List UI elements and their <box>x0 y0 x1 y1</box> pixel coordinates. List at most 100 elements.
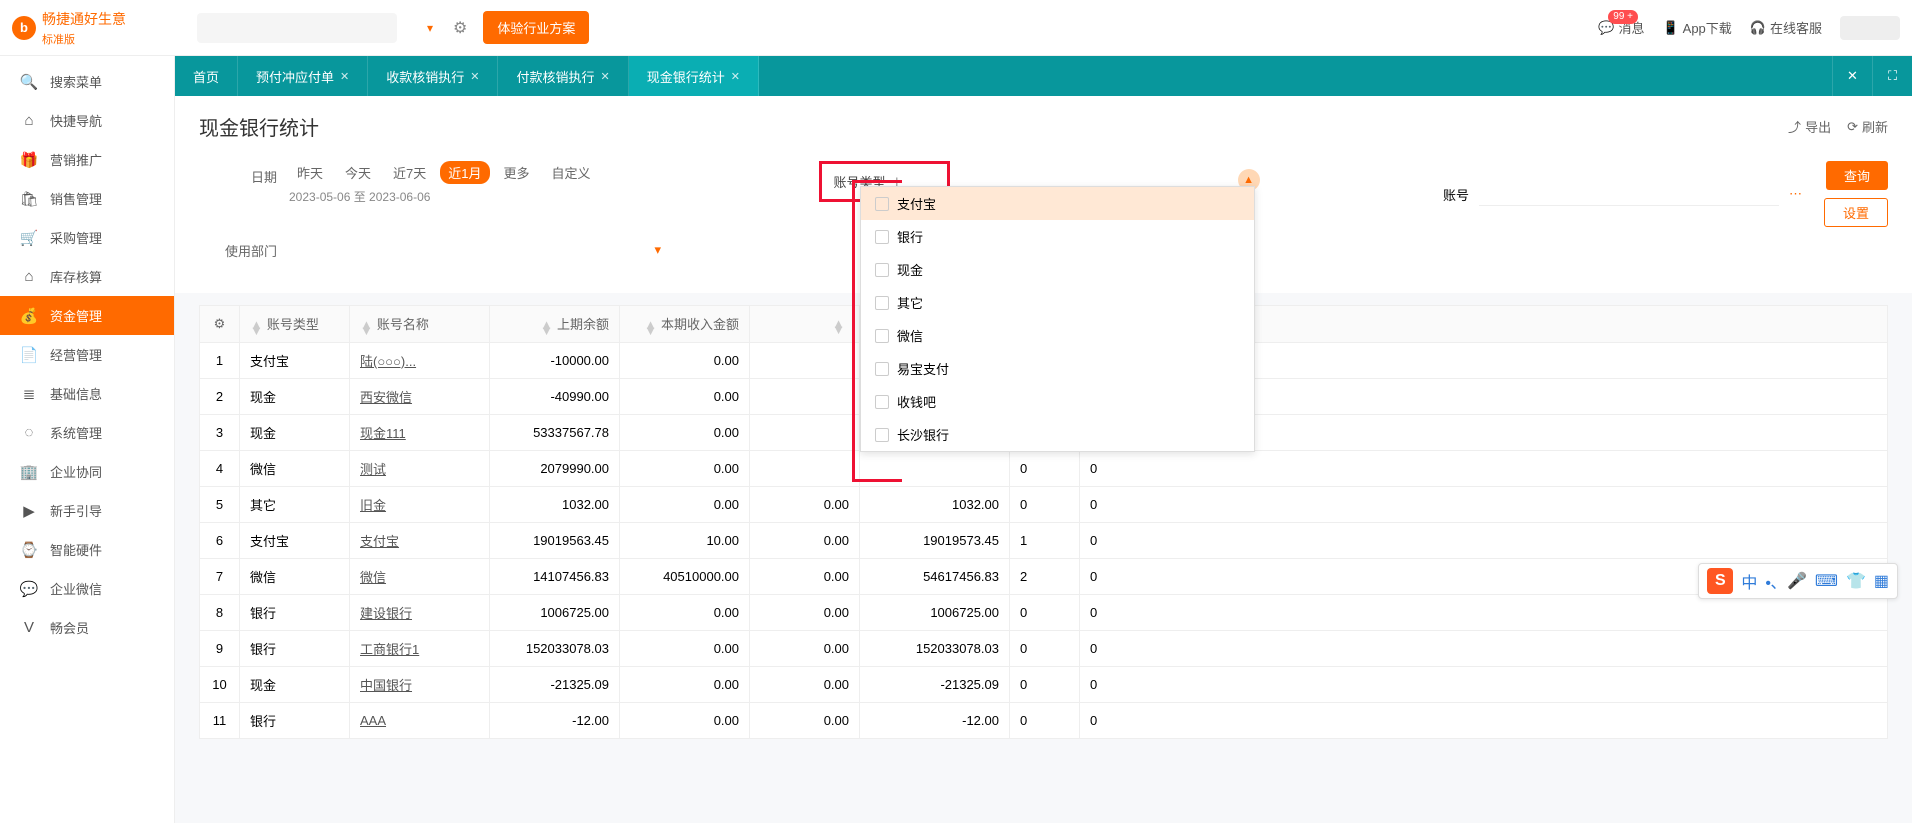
sidebar-icon: 💰 <box>20 307 38 325</box>
cell-account-name[interactable]: 西安微信 <box>350 379 490 415</box>
support-link[interactable]: 🎧 在线客服 <box>1750 18 1822 37</box>
cell-account-name[interactable]: 测试 <box>350 451 490 487</box>
tab-close-icon[interactable]: ✕ <box>470 70 479 83</box>
cell-account-name[interactable]: 中国银行 <box>350 667 490 703</box>
checkbox[interactable] <box>875 263 889 277</box>
experience-button[interactable]: 体验行业方案 <box>483 11 589 44</box>
account-type-dropdown[interactable]: 支付宝银行现金其它微信易宝支付收钱吧长沙银行 <box>860 186 1255 452</box>
ime-keyboard-icon[interactable]: ⌨ <box>1815 571 1838 591</box>
checkbox[interactable] <box>875 428 889 442</box>
table-header[interactable]: ▲▼上期余额 <box>490 306 620 343</box>
ime-skin-icon[interactable]: 👕 <box>1846 571 1866 591</box>
date-chip[interactable]: 近1月 <box>440 161 489 184</box>
dropdown-option[interactable]: 银行 <box>861 220 1254 253</box>
checkbox[interactable] <box>875 329 889 343</box>
dropdown-option[interactable]: 长沙银行 <box>861 418 1254 451</box>
date-chip[interactable]: 更多 <box>496 161 538 184</box>
tab-close-icon[interactable]: ✕ <box>601 70 610 83</box>
dropdown-option[interactable]: 微信 <box>861 319 1254 352</box>
refresh-button[interactable]: ⟳刷新 <box>1847 117 1888 136</box>
sort-icon[interactable]: ▲▼ <box>360 322 373 334</box>
sidebar-item[interactable]: 🛒采购管理 <box>0 218 174 257</box>
sidebar-item[interactable]: ▶新手引导 <box>0 491 174 530</box>
cell-account-name[interactable]: 陆(○○○)... <box>350 343 490 379</box>
cell-col3: 0.00 <box>750 487 860 523</box>
sidebar-item[interactable]: ◌系统管理 <box>0 413 174 452</box>
messages-link[interactable]: 💬 消息 99 + <box>1598 18 1644 37</box>
cell-account-name[interactable]: 建设银行 <box>350 595 490 631</box>
org-chevron-icon[interactable]: ▾ <box>427 21 433 35</box>
dropdown-option[interactable]: 支付宝 <box>861 187 1254 220</box>
more-filters-icon[interactable]: ⋯ <box>1789 186 1804 202</box>
cell-account-name[interactable]: 支付宝 <box>350 523 490 559</box>
tab-close-icon[interactable]: ✕ <box>340 70 349 83</box>
sidebar-item[interactable]: ⌂快捷导航 <box>0 101 174 140</box>
sidebar-item[interactable]: 💬企业微信 <box>0 569 174 608</box>
table-settings-header[interactable]: ⚙ <box>200 306 240 343</box>
sidebar-item[interactable]: ⌂库存核算 <box>0 257 174 296</box>
org-selector[interactable] <box>197 13 397 43</box>
checkbox[interactable] <box>875 362 889 376</box>
tab[interactable]: 付款核销执行✕ <box>498 56 628 96</box>
tab-close-all-icon[interactable]: ✕ <box>1832 56 1872 96</box>
checkbox[interactable] <box>875 197 889 211</box>
sidebar-label: 采购管理 <box>50 228 102 247</box>
cell-income: 0.00 <box>620 667 750 703</box>
checkbox[interactable] <box>875 296 889 310</box>
checkbox[interactable] <box>875 395 889 409</box>
dropdown-option[interactable]: 收钱吧 <box>861 385 1254 418</box>
table-header[interactable]: ▲▼本期收入金额 <box>620 306 750 343</box>
dropdown-option[interactable]: 易宝支付 <box>861 352 1254 385</box>
date-chip[interactable]: 今天 <box>337 161 379 184</box>
checkbox[interactable] <box>875 230 889 244</box>
dropdown-option[interactable]: 现金 <box>861 253 1254 286</box>
cell-account-name[interactable]: AAA <box>350 703 490 739</box>
sort-icon[interactable]: ▲▼ <box>540 322 553 334</box>
settings-gear-icon[interactable]: ⚙ <box>453 18 467 38</box>
ime-toolbox-icon[interactable]: ▦ <box>1874 571 1889 591</box>
export-button[interactable]: ⤴导出 <box>1788 117 1831 136</box>
sidebar-item[interactable]: 🔍搜索菜单 <box>0 62 174 101</box>
sidebar-item[interactable]: V畅会员 <box>0 608 174 647</box>
sort-icon[interactable]: ▲▼ <box>250 322 263 334</box>
sidebar-item[interactable]: 🛍销售管理 <box>0 179 174 218</box>
account-no-input[interactable] <box>1479 182 1779 206</box>
cell-account-name[interactable]: 现金111 <box>350 415 490 451</box>
row-index: 5 <box>200 487 240 523</box>
ime-logo-icon[interactable]: S <box>1707 568 1733 594</box>
cell-account-name[interactable]: 微信 <box>350 559 490 595</box>
tab[interactable]: 现金银行统计✕ <box>629 56 759 96</box>
tab-close-icon[interactable]: ✕ <box>731 70 740 83</box>
table-header[interactable]: ▲▼账号类型 <box>240 306 350 343</box>
cell-account-type: 银行 <box>240 595 350 631</box>
cell-account-name[interactable]: 旧金 <box>350 487 490 523</box>
table-header[interactable]: ▲▼账号名称 <box>350 306 490 343</box>
dropdown-option[interactable]: 其它 <box>861 286 1254 319</box>
settings-button[interactable]: 设置 <box>1824 198 1888 227</box>
sidebar-item[interactable]: 🏢企业协同 <box>0 452 174 491</box>
tab[interactable]: 预付冲应付单✕ <box>238 56 368 96</box>
sidebar-item[interactable]: 🎁营销推广 <box>0 140 174 179</box>
tab[interactable]: 收款核销执行✕ <box>368 56 498 96</box>
date-chip[interactable]: 近7天 <box>385 161 434 184</box>
cell-account-name[interactable]: 工商银行1 <box>350 631 490 667</box>
app-download-link[interactable]: 📱 App下载 <box>1662 18 1731 37</box>
sort-icon[interactable]: ▲▼ <box>644 322 657 334</box>
sidebar-item[interactable]: 📄经营管理 <box>0 335 174 374</box>
sidebar-item[interactable]: ≣基础信息 <box>0 374 174 413</box>
date-chip[interactable]: 昨天 <box>289 161 331 184</box>
user-avatar[interactable] <box>1840 16 1900 40</box>
table-header[interactable]: ▲▼ <box>750 306 860 343</box>
tab-expand-icon[interactable]: ⛶ <box>1872 56 1912 96</box>
table-row: 7 微信 微信 14107456.83 40510000.00 0.00 546… <box>200 559 1888 595</box>
sort-icon[interactable]: ▲▼ <box>832 321 845 333</box>
sidebar-item[interactable]: 💰资金管理 <box>0 296 174 335</box>
ime-lang-label[interactable]: 中 <box>1741 569 1757 593</box>
dept-select[interactable]: ▾ <box>289 235 669 265</box>
ime-mic-icon[interactable]: 🎤 <box>1787 571 1807 591</box>
query-button[interactable]: 查询 <box>1826 161 1888 190</box>
tab[interactable]: 首页 <box>175 56 238 96</box>
date-chip[interactable]: 自定义 <box>544 161 599 184</box>
sidebar-item[interactable]: ⌚智能硬件 <box>0 530 174 569</box>
ime-punct-icon[interactable]: •､ <box>1765 569 1779 593</box>
